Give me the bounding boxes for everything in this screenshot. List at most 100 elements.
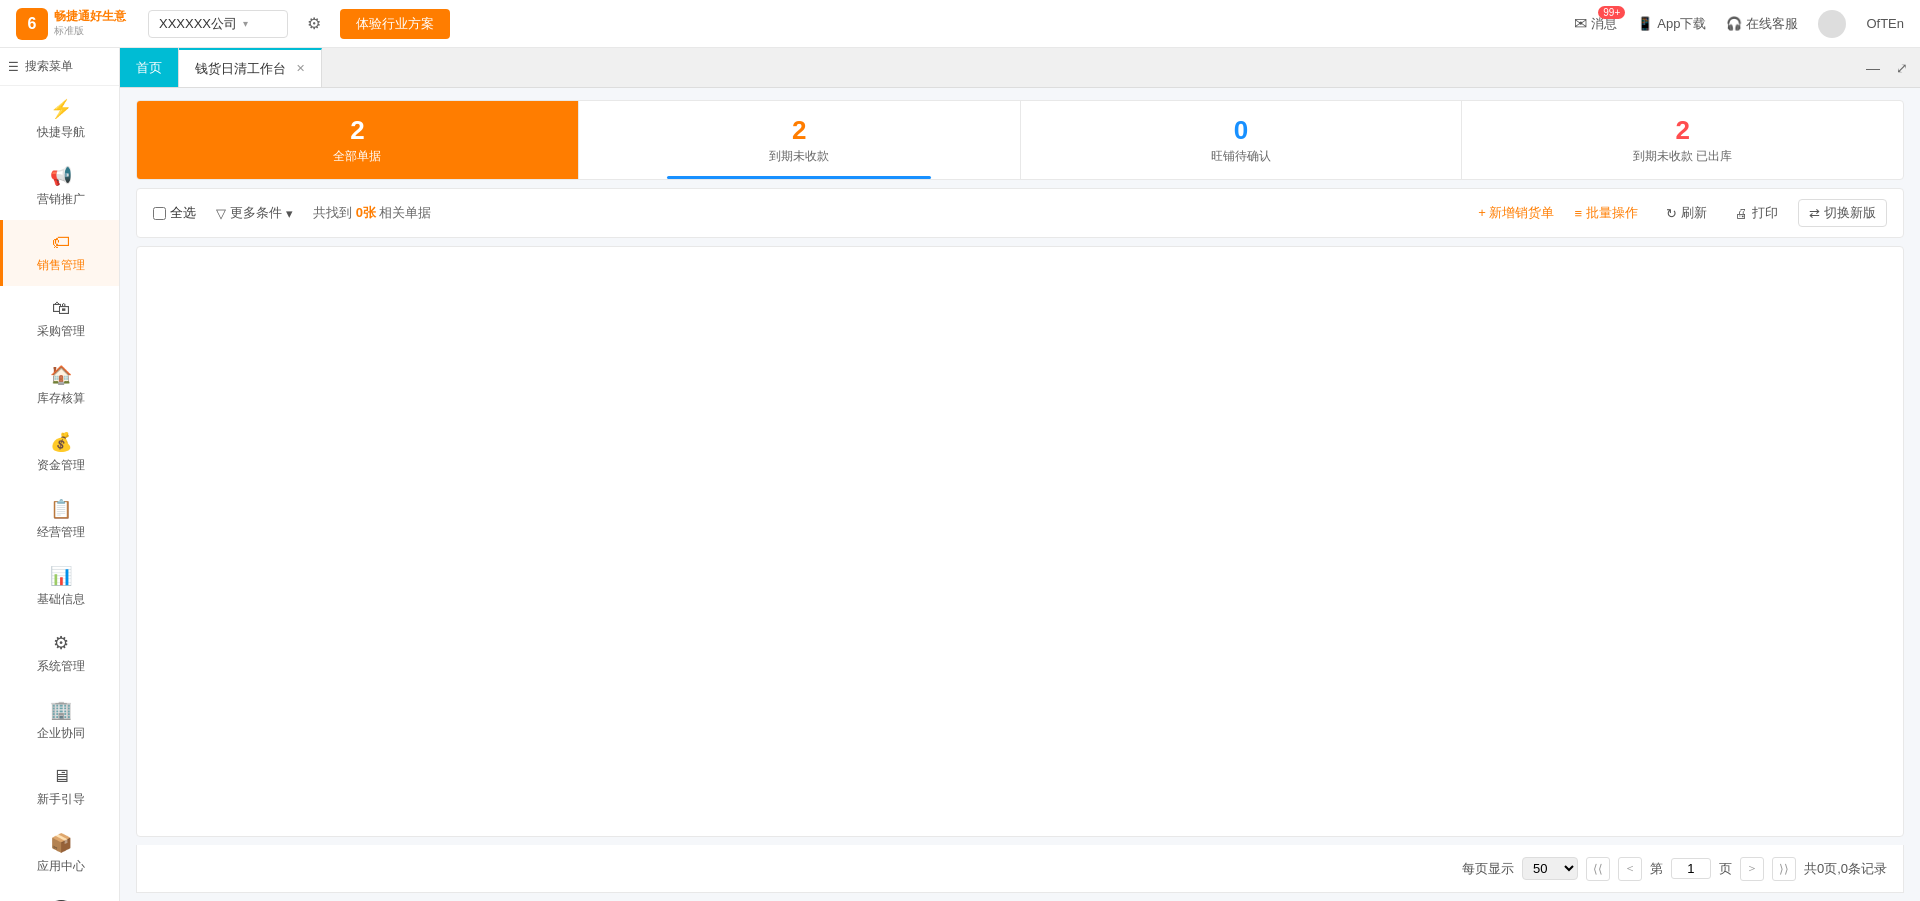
table-area: [136, 246, 1904, 837]
message-action[interactable]: ✉ 消息 99+: [1574, 14, 1617, 33]
settings-icon[interactable]: ⚙: [300, 10, 328, 38]
stat-card-all[interactable]: 2 全部单据: [137, 101, 579, 179]
page-number-input[interactable]: [1671, 858, 1711, 879]
stat-card-wangpu[interactable]: 0 旺铺待确认: [1021, 101, 1463, 179]
tab-close-icon[interactable]: ✕: [296, 62, 305, 75]
sidebar-item-label: 快捷导航: [37, 124, 85, 141]
filter-label: 更多条件: [230, 204, 282, 222]
tab-bar: 首页 钱货日清工作台 ✕ — ⤢: [120, 48, 1920, 88]
stats-row: 2 全部单据 2 到期未收款 0 旺铺待确认 2 到期未收款 已出库: [136, 100, 1904, 180]
online-service-action[interactable]: 🎧 在线客服: [1726, 15, 1798, 33]
page-prev-button[interactable]: ＜: [1618, 857, 1642, 881]
sales-icon: 🏷: [52, 232, 70, 253]
sidebar-item-label: 经营管理: [37, 524, 85, 541]
operations-icon: 📋: [50, 498, 72, 520]
sidebar-item-label: 新手引导: [37, 791, 85, 808]
pagination: 每页显示 50 20 100 ⟨⟨ ＜ 第 页 ＞ ⟩⟩ 共0页,0条记录: [136, 845, 1904, 893]
toolbar: 全选 ▽ 更多条件 ▾ 共找到 0张 相关单据 + 新增销货单 ≡ 批量操作 ↻…: [136, 188, 1904, 238]
online-service-label: 在线客服: [1746, 15, 1798, 33]
company-selector[interactable]: XXXXXX公司 ▾: [148, 10, 288, 38]
sidebar-item-system[interactable]: ⚙ 系统管理: [0, 620, 119, 687]
stat-label-wangpu: 旺铺待确认: [1041, 148, 1442, 165]
sidebar-item-inventory[interactable]: 🏠 库存核算: [0, 352, 119, 419]
stat-label-all: 全部单据: [157, 148, 558, 165]
tab-home[interactable]: 首页: [120, 48, 179, 87]
logo-area: 6 畅捷通好生意 标准版: [16, 8, 136, 40]
system-icon: ⚙: [53, 632, 69, 654]
sidebar-item-quick-nav[interactable]: ⚡ 快捷导航: [0, 86, 119, 153]
sidebar-item-enterprise[interactable]: 🏢 企业协同: [0, 687, 119, 754]
found-count: 0张: [356, 205, 376, 220]
main-content: 2 全部单据 2 到期未收款 0 旺铺待确认 2 到期未收款 已出库 全选 ▽ …: [120, 88, 1920, 901]
sidebar-search[interactable]: ☰ 搜索菜单: [0, 48, 119, 86]
refresh-icon: ↻: [1666, 206, 1677, 221]
sidebar-item-label: 基础信息: [37, 591, 85, 608]
user-avatar-area[interactable]: [1818, 10, 1846, 38]
purchase-icon: 🛍: [52, 298, 70, 319]
enterprise-icon: 🏢: [50, 699, 72, 721]
finance-icon: 💰: [50, 431, 72, 453]
toolbar-right: + 新增销货单 ≡ 批量操作 ↻ 刷新 🖨 打印 ⇄ 切换新版: [1478, 199, 1887, 227]
header-right: ✉ 消息 99+ 📱 App下载 🎧 在线客服 OfTEn: [1574, 10, 1904, 38]
stat-underline: [667, 176, 931, 179]
app-title: 畅捷通好生意: [54, 9, 126, 23]
sidebar-item-label: 系统管理: [37, 658, 85, 675]
experience-button[interactable]: 体验行业方案: [340, 9, 450, 39]
company-name: XXXXXX公司: [159, 15, 237, 33]
sidebar-item-basic-info[interactable]: 📊 基础信息: [0, 553, 119, 620]
page-size-label: 每页显示: [1462, 860, 1514, 878]
message-icon: ✉: [1574, 14, 1587, 33]
page-size-select[interactable]: 50 20 100: [1522, 857, 1578, 880]
avatar: [1818, 10, 1846, 38]
sidebar-item-guide[interactable]: 🖥 新手引导: [0, 754, 119, 820]
sidebar-item-label: 应用中心: [37, 858, 85, 875]
stat-card-overdue-unpaid[interactable]: 2 到期未收款: [579, 101, 1021, 179]
sidebar-item-purchase[interactable]: 🛍 采购管理: [0, 286, 119, 352]
tab-active[interactable]: 钱货日清工作台 ✕: [179, 48, 322, 87]
sidebar: ☰ 搜索菜单 ⚡ 快捷导航 📢 营销推广 🏷 销售管理 🛍 采购管理 🏠 库存核…: [0, 48, 120, 901]
select-all-checkbox[interactable]: 全选: [153, 204, 196, 222]
stat-card-overdue-unship[interactable]: 2 到期未收款 已出库: [1462, 101, 1903, 179]
filter-icon: ▽: [216, 206, 226, 221]
app-download-action[interactable]: 📱 App下载: [1637, 15, 1706, 33]
tab-minimize-icon[interactable]: —: [1862, 58, 1884, 78]
sidebar-item-finance[interactable]: 💰 资金管理: [0, 419, 119, 486]
app-center-icon: 📦: [50, 832, 72, 854]
print-label: 打印: [1752, 204, 1778, 222]
page-first-button[interactable]: ⟨⟨: [1586, 857, 1610, 881]
refresh-button[interactable]: ↻ 刷新: [1658, 200, 1715, 226]
logo-text: 畅捷通好生意 标准版: [54, 9, 126, 37]
sidebar-item-operations[interactable]: 📋 经营管理: [0, 486, 119, 553]
select-all-label: 全选: [170, 204, 196, 222]
chevron-down-icon: ▾: [243, 18, 248, 29]
switch-label: 切换新版: [1824, 204, 1876, 222]
new-sale-order-button[interactable]: + 新增销货单: [1478, 204, 1554, 222]
print-button[interactable]: 🖨 打印: [1727, 200, 1786, 226]
sidebar-item-label: 企业协同: [37, 725, 85, 742]
filter-button[interactable]: ▽ 更多条件 ▾: [208, 200, 301, 226]
batch-operation-button[interactable]: ≡ 批量操作: [1566, 200, 1646, 226]
app-download-icon: 📱: [1637, 16, 1653, 31]
guide-icon: 🖥: [52, 766, 70, 787]
sidebar-item-app-center[interactable]: 📦 应用中心: [0, 820, 119, 887]
page-next-button[interactable]: ＞: [1740, 857, 1764, 881]
tab-expand-icon[interactable]: ⤢: [1892, 58, 1912, 78]
sidebar-search-label: 搜索菜单: [25, 58, 73, 75]
switch-version-button[interactable]: ⇄ 切换新版: [1798, 199, 1887, 227]
sidebar-item-sales[interactable]: 🏷 销售管理: [0, 220, 119, 286]
sidebar-item-marketing[interactable]: 📢 营销推广: [0, 153, 119, 220]
app-logo-icon: 6: [16, 8, 48, 40]
quick-nav-icon: ⚡: [50, 98, 72, 120]
print-icon: 🖨: [1735, 206, 1748, 221]
tab-controls: — ⤢: [1862, 48, 1920, 87]
switch-icon: ⇄: [1809, 206, 1820, 221]
sidebar-item-wechat[interactable]: 💬 企业微信: [0, 887, 119, 901]
found-text: 共找到 0张 相关单据: [313, 204, 431, 222]
checkbox-input[interactable]: [153, 207, 166, 220]
marketing-icon: 📢: [50, 165, 72, 187]
sidebar-item-label: 库存核算: [37, 390, 85, 407]
sidebar-item-label: 采购管理: [37, 323, 85, 340]
basic-info-icon: 📊: [50, 565, 72, 587]
page-of: 页: [1719, 860, 1732, 878]
page-last-button[interactable]: ⟩⟩: [1772, 857, 1796, 881]
